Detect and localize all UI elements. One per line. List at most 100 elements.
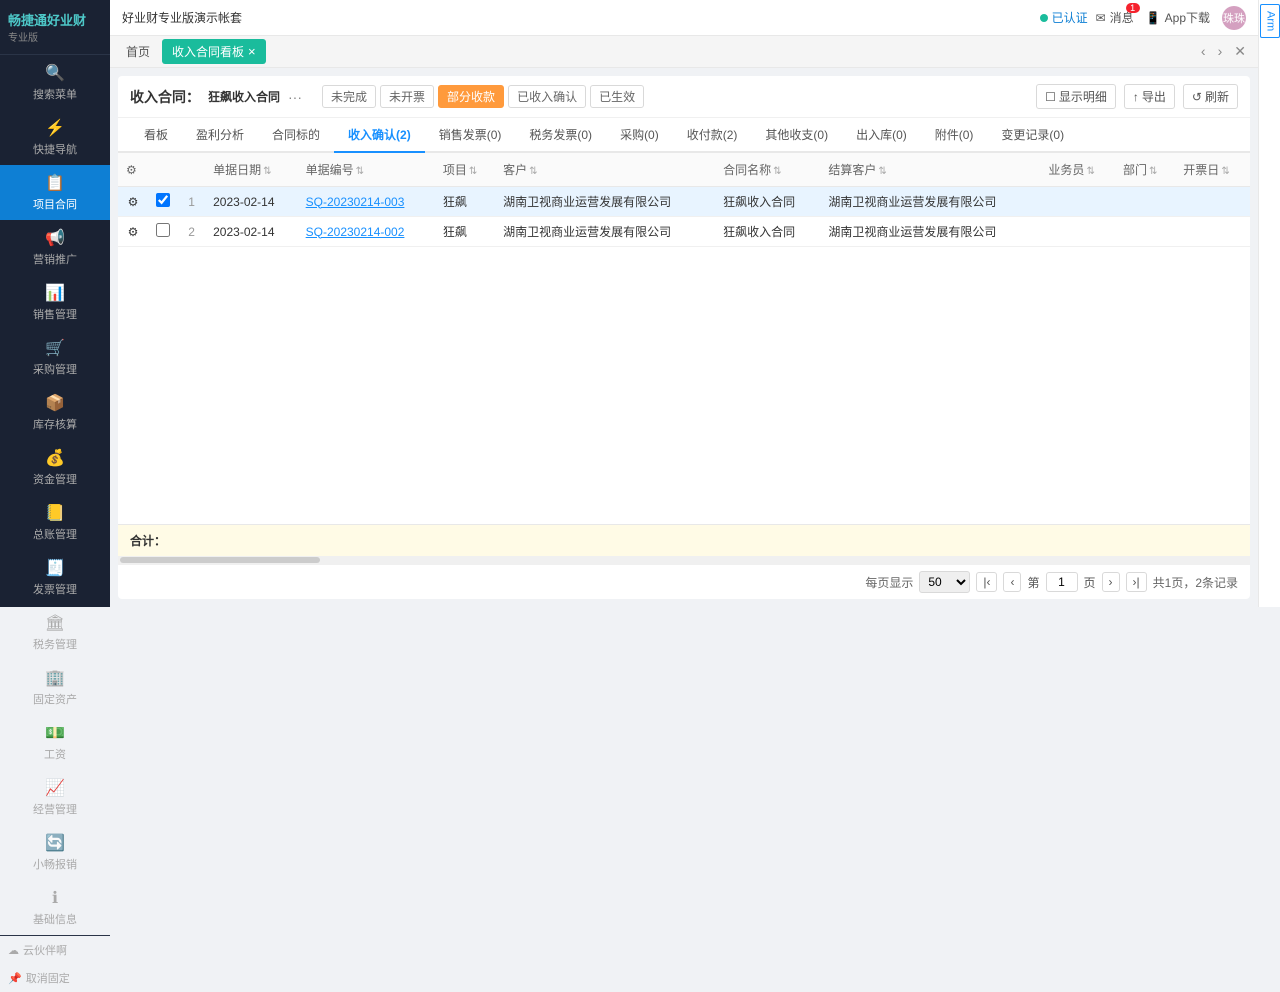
sidebar-bottom-取消固定[interactable]: 📌取消固定	[0, 964, 110, 992]
scroll-thumb[interactable]	[120, 557, 320, 563]
sub-tab-销售发票[interactable]: 销售发票(0)	[425, 118, 516, 153]
sidebar-label: 资金管理	[33, 471, 77, 487]
th-date[interactable]: 单据日期	[205, 153, 298, 187]
certified-dot	[1040, 14, 1048, 22]
sidebar-label: 工资	[44, 746, 66, 762]
tab-next-button[interactable]: ›	[1214, 41, 1227, 62]
sidebar-item-项目合同[interactable]: 📋项目合同	[0, 165, 110, 220]
sidebar-bottom: ☁云伙伴啊📌取消固定	[0, 935, 110, 992]
sub-tab-看板[interactable]: 看板	[130, 118, 182, 153]
sub-tab-变更记录[interactable]: 变更记录(0)	[987, 118, 1078, 153]
row-contract: 狂飙收入合同	[715, 187, 820, 217]
active-tab[interactable]: 收入合同看板 ×	[162, 39, 266, 64]
more-button[interactable]: ···	[288, 89, 302, 105]
pagination: 每页显示 50 100 200 |‹ ‹ 第 页 › ›| 共1页，2条记录	[118, 564, 1250, 599]
page-input[interactable]	[1046, 572, 1078, 592]
table-row[interactable]: ⚙12023-02-14SQ-20230214-003狂飙湖南卫视商业运营发展有…	[118, 187, 1250, 217]
table-footer: 合计：	[118, 524, 1250, 556]
export-button[interactable]: ↑ 导出	[1124, 84, 1175, 109]
th-salesperson[interactable]: 业务员	[1040, 153, 1115, 187]
th-contract[interactable]: 合同名称	[715, 153, 820, 187]
first-page-button[interactable]: |‹	[976, 572, 997, 592]
sidebar-item-小畅报销[interactable]: 🔄小畅报销	[0, 825, 110, 880]
show-details-button[interactable]: ☐ 显示明细	[1036, 84, 1116, 109]
th-customer[interactable]: 客户	[495, 153, 715, 187]
th-settlement[interactable]: 结算客户	[820, 153, 1040, 187]
msg-button[interactable]: ✉ 消息 1	[1096, 9, 1134, 26]
sub-tab-采购[interactable]: 采购(0)	[606, 118, 673, 153]
status-btn-未开票[interactable]: 未开票	[380, 85, 434, 108]
sidebar-item-库存核算[interactable]: 📦库存核算	[0, 385, 110, 440]
sidebar-item-工资[interactable]: 💵工资	[0, 715, 110, 770]
status-btn-已生效[interactable]: 已生效	[590, 85, 644, 108]
sidebar-item-基础信息[interactable]: ℹ基础信息	[0, 880, 110, 935]
home-tab[interactable]: 首页	[118, 39, 158, 64]
sidebar-label: 搜索菜单	[33, 86, 77, 102]
sub-tab-收付款[interactable]: 收付款(2)	[673, 118, 752, 153]
row-checkbox-input[interactable]	[156, 193, 170, 207]
page-prefix: 收入合同：	[130, 87, 200, 107]
last-page-button[interactable]: ›|	[1126, 572, 1147, 592]
table-container[interactable]: ⚙单据日期单据编号项目客户合同名称结算客户业务员部门开票日 ⚙12023-02-…	[118, 153, 1250, 524]
row-contract: 狂飙收入合同	[715, 217, 820, 247]
app-download-button[interactable]: 📱 App下载	[1146, 9, 1210, 26]
bottom-icon: ☁	[8, 944, 19, 957]
row-settlement: 湖南卫视商业运营发展有限公司	[820, 217, 1040, 247]
row-checkbox[interactable]	[148, 217, 178, 247]
sub-tab-税务发票[interactable]: 税务发票(0)	[515, 118, 606, 153]
status-btn-已收入确认[interactable]: 已收入确认	[508, 85, 586, 108]
row-salesperson	[1040, 217, 1115, 247]
next-page-button[interactable]: ›	[1102, 572, 1120, 592]
page-label: 第	[1027, 574, 1039, 591]
sidebar-icon: 📊	[45, 283, 65, 303]
footer-label: 合计：	[130, 532, 166, 549]
sidebar-item-经营管理[interactable]: 📈经营管理	[0, 770, 110, 825]
sidebar-item-营销推广[interactable]: 📢营销推广	[0, 220, 110, 275]
sub-tab-附件[interactable]: 附件(0)	[921, 118, 988, 153]
row-code[interactable]: SQ-20230214-002	[298, 217, 435, 247]
th-code[interactable]: 单据编号	[298, 153, 435, 187]
prev-page-button[interactable]: ‹	[1003, 572, 1021, 592]
sub-tab-盈利分析[interactable]: 盈利分析	[182, 118, 258, 153]
sidebar-item-快捷导航[interactable]: ⚡快捷导航	[0, 110, 110, 165]
sub-tab-收入确认[interactable]: 收入确认(2)	[334, 118, 425, 153]
row-code[interactable]: SQ-20230214-003	[298, 187, 435, 217]
status-btn-部分收款[interactable]: 部分收款	[438, 85, 504, 108]
row-checkbox[interactable]	[148, 187, 178, 217]
sub-tab-出入库[interactable]: 出入库(0)	[842, 118, 921, 153]
arm-button[interactable]: Arm	[1260, 4, 1280, 38]
tab-prev-button[interactable]: ‹	[1197, 41, 1210, 62]
row-date: 2023-02-14	[205, 187, 298, 217]
horizontal-scrollbar[interactable]	[118, 556, 1250, 564]
tab-close-all-button[interactable]: ✕	[1230, 41, 1250, 62]
th-dept[interactable]: 部门	[1115, 153, 1175, 187]
sidebar-bottom-云伙伴啊[interactable]: ☁云伙伴啊	[0, 936, 110, 964]
sub-tab-合同标的[interactable]: 合同标的	[258, 118, 334, 153]
sidebar-item-销售管理[interactable]: 📊销售管理	[0, 275, 110, 330]
table-row[interactable]: ⚙22023-02-14SQ-20230214-002狂飙湖南卫视商业运营发展有…	[118, 217, 1250, 247]
sidebar-item-发票管理[interactable]: 🧾发票管理	[0, 550, 110, 605]
sidebar-item-搜索菜单[interactable]: 🔍搜索菜单	[0, 55, 110, 110]
sidebar-item-采购管理[interactable]: 🛒采购管理	[0, 330, 110, 385]
user-avatar[interactable]: 珠珠	[1222, 6, 1246, 30]
sidebar-item-资金管理[interactable]: 💰资金管理	[0, 440, 110, 495]
tab-close-button[interactable]: ×	[248, 44, 256, 59]
sub-tab-其他收支[interactable]: 其他收支(0)	[751, 118, 842, 153]
row-code-link[interactable]: SQ-20230214-003	[306, 195, 405, 209]
status-btn-未完成[interactable]: 未完成	[322, 85, 376, 108]
row-checkbox-input[interactable]	[156, 223, 170, 237]
sidebar-item-固定资产[interactable]: 🏢固定资产	[0, 660, 110, 715]
row-gear[interactable]: ⚙	[118, 187, 148, 217]
row-gear[interactable]: ⚙	[118, 217, 148, 247]
per-page-select[interactable]: 50 100 200	[919, 571, 970, 593]
sub-tabs: 看板盈利分析合同标的收入确认(2)销售发票(0)税务发票(0)采购(0)收付款(…	[118, 118, 1250, 153]
sidebar-item-总账管理[interactable]: 📒总账管理	[0, 495, 110, 550]
sidebar: 畅捷通好业财 专业版 🔍搜索菜单⚡快捷导航📋项目合同📢营销推广📊销售管理🛒采购管…	[0, 0, 110, 607]
refresh-button[interactable]: ↺ 刷新	[1183, 84, 1238, 109]
th-project[interactable]: 项目	[435, 153, 495, 187]
row-code-link[interactable]: SQ-20230214-002	[306, 225, 405, 239]
app-subtitle: 专业版	[8, 29, 102, 44]
sidebar-item-税务管理[interactable]: 🏛税务管理	[0, 605, 110, 660]
total-info: 共1页，2条记录	[1153, 574, 1238, 591]
th-invoice_date[interactable]: 开票日	[1175, 153, 1250, 187]
